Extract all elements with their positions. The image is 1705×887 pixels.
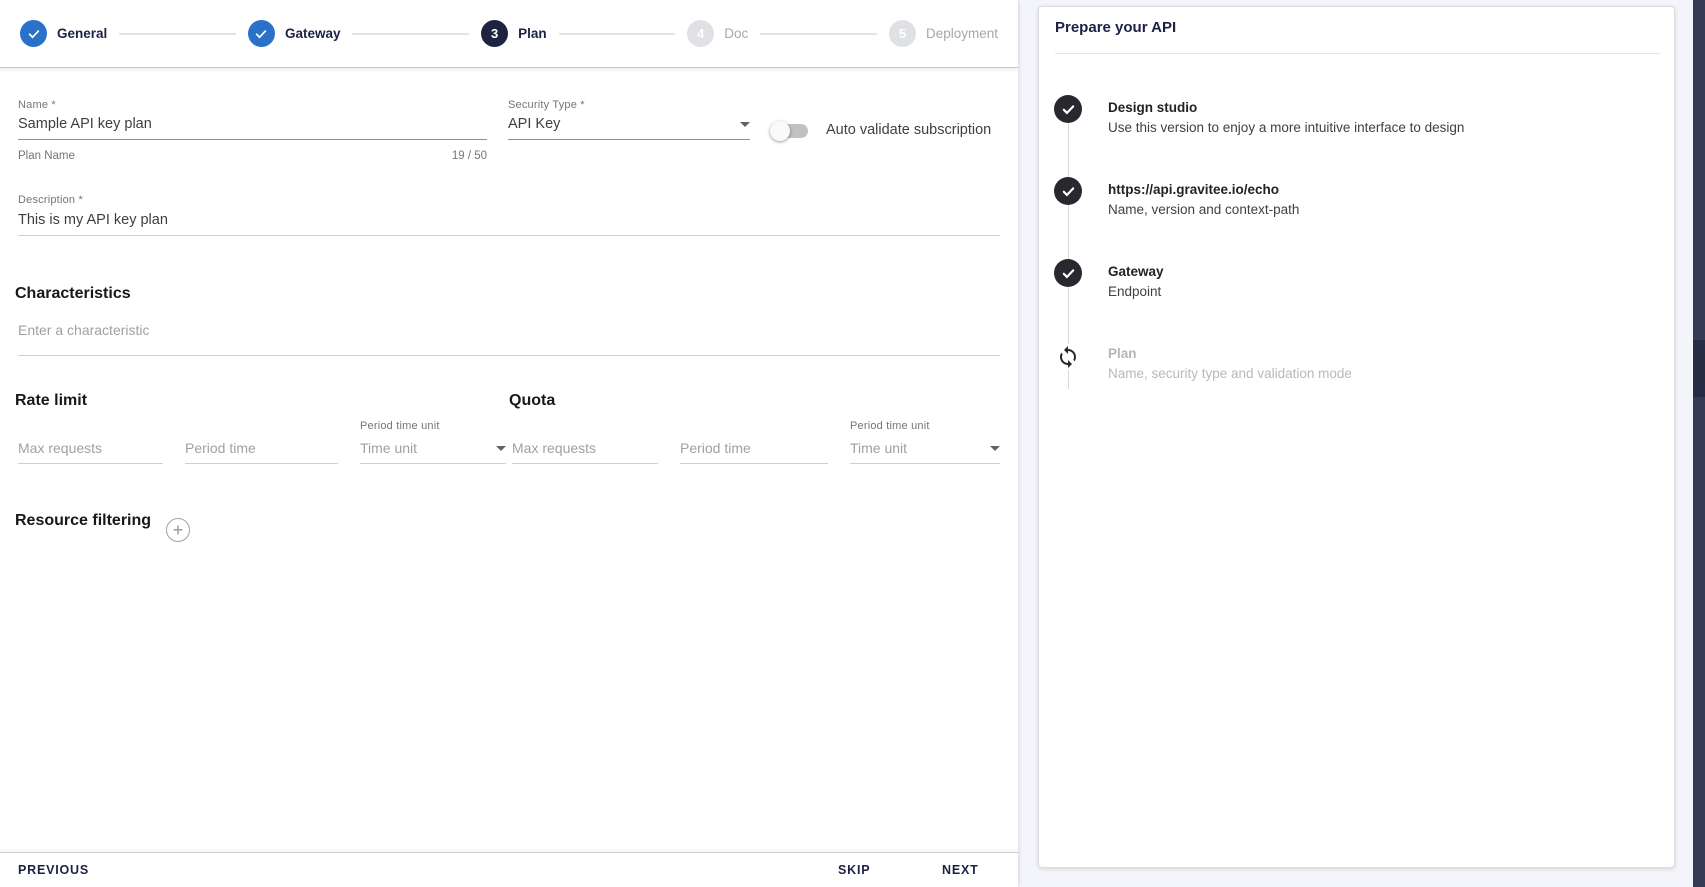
step-label: Plan bbox=[518, 26, 547, 41]
step-deployment[interactable]: 5 Deployment bbox=[889, 20, 998, 47]
scrollbar-thumb[interactable] bbox=[1693, 340, 1705, 397]
toggle-knob bbox=[770, 121, 790, 141]
name-field-label: Name * bbox=[18, 99, 56, 111]
check-icon bbox=[1054, 259, 1082, 287]
step-number: 5 bbox=[889, 20, 916, 47]
step-label: Gateway bbox=[285, 26, 341, 41]
rate-limit-period-time-input[interactable] bbox=[185, 440, 338, 464]
characteristic-input[interactable] bbox=[18, 322, 1000, 356]
panel-divider bbox=[1055, 53, 1660, 54]
name-char-counter: 19 / 50 bbox=[452, 150, 487, 162]
time-unit-placeholder: Time unit bbox=[850, 440, 907, 456]
quota-period-time-input[interactable] bbox=[680, 440, 828, 464]
plan-form-panel: General Gateway 3 Plan 4 Doc 5 Deploymen… bbox=[0, 0, 1018, 887]
name-input[interactable] bbox=[18, 116, 487, 140]
wizard-footer: PREVIOUS SKIP NEXT bbox=[0, 852, 1018, 887]
resource-filtering-heading: Resource filtering bbox=[15, 512, 151, 530]
check-icon bbox=[1054, 177, 1082, 205]
quota-heading: Quota bbox=[509, 392, 555, 410]
check-icon bbox=[1054, 95, 1082, 123]
check-icon bbox=[20, 20, 47, 47]
checklist-item-description: Endpoint bbox=[1108, 284, 1161, 299]
chevron-down-icon bbox=[740, 122, 750, 127]
next-button[interactable]: NEXT bbox=[942, 853, 979, 887]
step-connector bbox=[559, 33, 676, 35]
step-label: Deployment bbox=[926, 26, 998, 41]
sync-icon bbox=[1055, 344, 1081, 370]
step-label: General bbox=[57, 26, 107, 41]
add-resource-filter-button[interactable]: + bbox=[166, 518, 190, 542]
step-connector bbox=[119, 33, 236, 35]
description-label: Description * bbox=[18, 194, 83, 206]
step-plan[interactable]: 3 Plan bbox=[481, 20, 547, 47]
characteristics-heading: Characteristics bbox=[15, 285, 131, 303]
step-number: 4 bbox=[687, 20, 714, 47]
step-connector bbox=[760, 33, 877, 35]
plus-icon: + bbox=[173, 520, 184, 540]
rate-limit-time-unit-select[interactable]: Time unit bbox=[360, 440, 506, 464]
chevron-down-icon bbox=[990, 446, 1000, 451]
chevron-down-icon bbox=[496, 446, 506, 451]
name-hint-row: Plan Name 19 / 50 bbox=[18, 150, 487, 162]
auto-validate-label: Auto validate subscription bbox=[826, 122, 991, 138]
checklist-item-description: Name, version and context-path bbox=[1108, 202, 1299, 217]
rate-limit-period-unit-label: Period time unit bbox=[360, 420, 440, 432]
step-number: 3 bbox=[481, 20, 508, 47]
security-type-select[interactable]: API Key bbox=[508, 116, 750, 140]
checklist-item-title: Design studio bbox=[1108, 100, 1197, 115]
wizard-stepper: General Gateway 3 Plan 4 Doc 5 Deploymen… bbox=[0, 0, 1018, 68]
auto-validate-toggle[interactable] bbox=[772, 121, 808, 141]
checklist-item-description: Use this version to enjoy a more intuiti… bbox=[1108, 120, 1464, 135]
prepare-api-panel: Prepare your API Design studio Use this … bbox=[1038, 6, 1675, 868]
time-unit-placeholder: Time unit bbox=[360, 440, 417, 456]
step-general[interactable]: General bbox=[20, 20, 107, 47]
quota-time-unit-select[interactable]: Time unit bbox=[850, 440, 1000, 464]
checklist-item-title: Plan bbox=[1108, 346, 1137, 361]
step-label: Doc bbox=[724, 26, 748, 41]
previous-button[interactable]: PREVIOUS bbox=[18, 853, 89, 887]
skip-button[interactable]: SKIP bbox=[838, 853, 870, 887]
check-icon bbox=[248, 20, 275, 47]
description-input[interactable] bbox=[18, 212, 1000, 236]
panel-title: Prepare your API bbox=[1055, 19, 1176, 36]
rate-limit-heading: Rate limit bbox=[15, 392, 87, 410]
step-connector bbox=[352, 33, 469, 35]
name-hint: Plan Name bbox=[18, 150, 75, 162]
quota-max-requests-input[interactable] bbox=[512, 440, 658, 464]
right-sidebar-rail bbox=[1693, 0, 1705, 887]
step-gateway[interactable]: Gateway bbox=[248, 20, 341, 47]
rate-limit-max-requests-input[interactable] bbox=[18, 440, 163, 464]
checklist-item-description: Name, security type and validation mode bbox=[1108, 366, 1352, 381]
security-type-label: Security Type * bbox=[508, 99, 585, 111]
step-doc[interactable]: 4 Doc bbox=[687, 20, 748, 47]
security-type-value: API Key bbox=[508, 116, 560, 132]
quota-period-unit-label: Period time unit bbox=[850, 420, 930, 432]
checklist-item-title: Gateway bbox=[1108, 264, 1164, 279]
checklist-item-title: https://api.gravitee.io/echo bbox=[1108, 182, 1279, 197]
